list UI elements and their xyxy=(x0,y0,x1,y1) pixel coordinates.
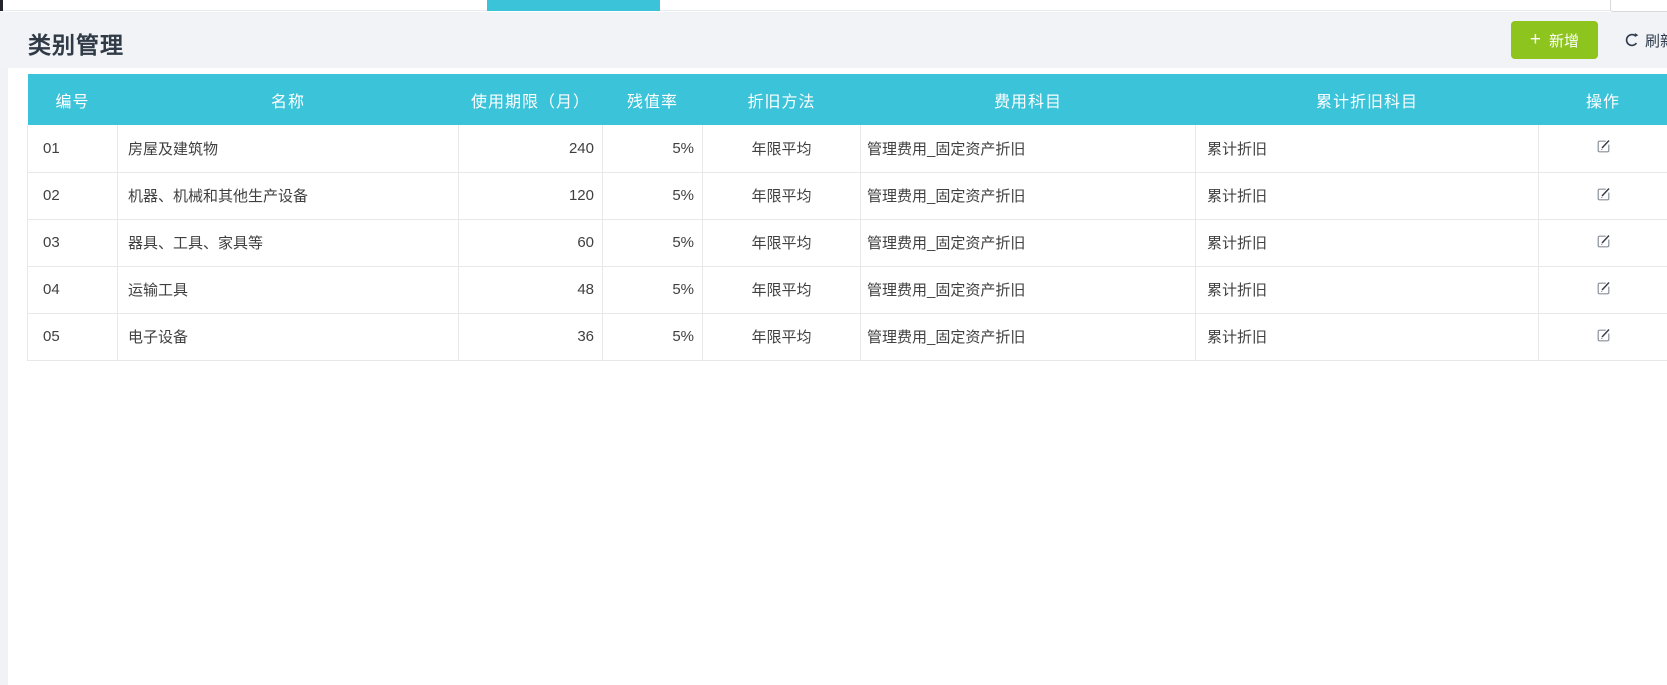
category-table-wrap: 编号 名称 使用期限（月） 残值率 折旧方法 费用科目 累计折旧科目 操作 01… xyxy=(27,74,1667,361)
cell-code: 05 xyxy=(27,313,118,361)
cell-months: 60 xyxy=(458,219,603,267)
top-right-panel-fragment xyxy=(1610,0,1667,12)
cell-expense-account: 管理费用_固定资产折旧 xyxy=(860,172,1196,220)
cell-accum-account: 累计折旧 xyxy=(1195,219,1539,267)
table-row: 03 器具、工具、家具等 60 5% 年限平均 管理费用_固定资产折旧 累计折旧 xyxy=(27,219,1667,267)
cell-expense-account: 管理费用_固定资产折旧 xyxy=(860,313,1196,361)
add-button[interactable]: + 新增 xyxy=(1510,21,1598,59)
cell-code: 03 xyxy=(27,219,118,267)
cell-method: 年限平均 xyxy=(702,172,861,220)
edit-button[interactable] xyxy=(1593,136,1614,160)
refresh-button-label: 刷新 xyxy=(1644,32,1667,50)
col-header-method: 折旧方法 xyxy=(702,74,861,125)
cell-rate: 5% xyxy=(602,219,703,267)
col-header-code: 编号 xyxy=(27,74,118,125)
edit-button[interactable] xyxy=(1593,325,1614,349)
app-screen: 类别管理 + 新增 刷新 xyxy=(0,0,1667,685)
table-row: 02 机器、机械和其他生产设备 120 5% 年限平均 管理费用_固定资产折旧 … xyxy=(27,172,1667,220)
cell-accum-account: 累计折旧 xyxy=(1195,125,1539,173)
top-strip xyxy=(0,0,1667,12)
cell-name: 房屋及建筑物 xyxy=(117,125,459,173)
plus-icon: + xyxy=(1529,28,1542,50)
cell-rate: 5% xyxy=(602,125,703,173)
title-bar: 类别管理 + 新增 刷新 xyxy=(0,12,1667,68)
cell-expense-account: 管理费用_固定资产折旧 xyxy=(860,219,1196,267)
refresh-button[interactable]: 刷新 xyxy=(1624,30,1667,51)
cell-code: 04 xyxy=(27,266,118,314)
table-row: 01 房屋及建筑物 240 5% 年限平均 管理费用_固定资产折旧 累计折旧 xyxy=(27,125,1667,173)
cell-accum-account: 累计折旧 xyxy=(1195,172,1539,220)
cell-method: 年限平均 xyxy=(702,125,861,173)
active-tab-indicator[interactable] xyxy=(487,0,660,11)
edit-square-pencil-icon xyxy=(1595,327,1612,347)
page-title: 类别管理 xyxy=(28,32,124,58)
cell-months: 36 xyxy=(458,313,603,361)
refresh-icon xyxy=(1624,32,1640,48)
edit-square-pencil-icon xyxy=(1595,138,1612,158)
col-header-action: 操作 xyxy=(1538,74,1667,125)
cell-accum-account: 累计折旧 xyxy=(1195,313,1539,361)
cell-months: 48 xyxy=(458,266,603,314)
col-header-expense: 费用科目 xyxy=(860,74,1196,125)
col-header-accum: 累计折旧科目 xyxy=(1195,74,1539,125)
cell-expense-account: 管理费用_固定资产折旧 xyxy=(860,125,1196,173)
cell-code: 01 xyxy=(27,125,118,173)
cell-code: 02 xyxy=(27,172,118,220)
cell-months: 240 xyxy=(458,125,603,173)
cell-rate: 5% xyxy=(602,172,703,220)
cell-method: 年限平均 xyxy=(702,266,861,314)
cell-accum-account: 累计折旧 xyxy=(1195,266,1539,314)
cell-rate: 5% xyxy=(602,313,703,361)
col-header-months: 使用期限（月） xyxy=(458,74,603,125)
window-edge xyxy=(0,0,3,11)
table-row: 04 运输工具 48 5% 年限平均 管理费用_固定资产折旧 累计折旧 xyxy=(27,266,1667,314)
cell-rate: 5% xyxy=(602,266,703,314)
table-header-row: 编号 名称 使用期限（月） 残值率 折旧方法 费用科目 累计折旧科目 操作 xyxy=(27,74,1667,125)
col-header-rate: 残值率 xyxy=(602,74,703,125)
table-row: 05 电子设备 36 5% 年限平均 管理费用_固定资产折旧 累计折旧 xyxy=(27,313,1667,361)
cell-name: 机器、机械和其他生产设备 xyxy=(117,172,459,220)
cell-name: 运输工具 xyxy=(117,266,459,314)
edit-button[interactable] xyxy=(1593,231,1614,255)
title-actions: + 新增 刷新 xyxy=(1510,12,1667,68)
category-table: 编号 名称 使用期限（月） 残值率 折旧方法 费用科目 累计折旧科目 操作 01… xyxy=(27,74,1667,361)
add-button-label: 新增 xyxy=(1549,32,1580,50)
edit-square-pencil-icon xyxy=(1595,280,1612,300)
edit-square-pencil-icon xyxy=(1595,233,1612,253)
cell-name: 电子设备 xyxy=(117,313,459,361)
edit-button[interactable] xyxy=(1593,278,1614,302)
cell-months: 120 xyxy=(458,172,603,220)
left-gutter xyxy=(0,12,8,685)
edit-button[interactable] xyxy=(1593,184,1614,208)
cell-method: 年限平均 xyxy=(702,313,861,361)
cell-expense-account: 管理费用_固定资产折旧 xyxy=(860,266,1196,314)
col-header-name: 名称 xyxy=(117,74,459,125)
cell-name: 器具、工具、家具等 xyxy=(117,219,459,267)
cell-method: 年限平均 xyxy=(702,219,861,267)
edit-square-pencil-icon xyxy=(1595,186,1612,206)
